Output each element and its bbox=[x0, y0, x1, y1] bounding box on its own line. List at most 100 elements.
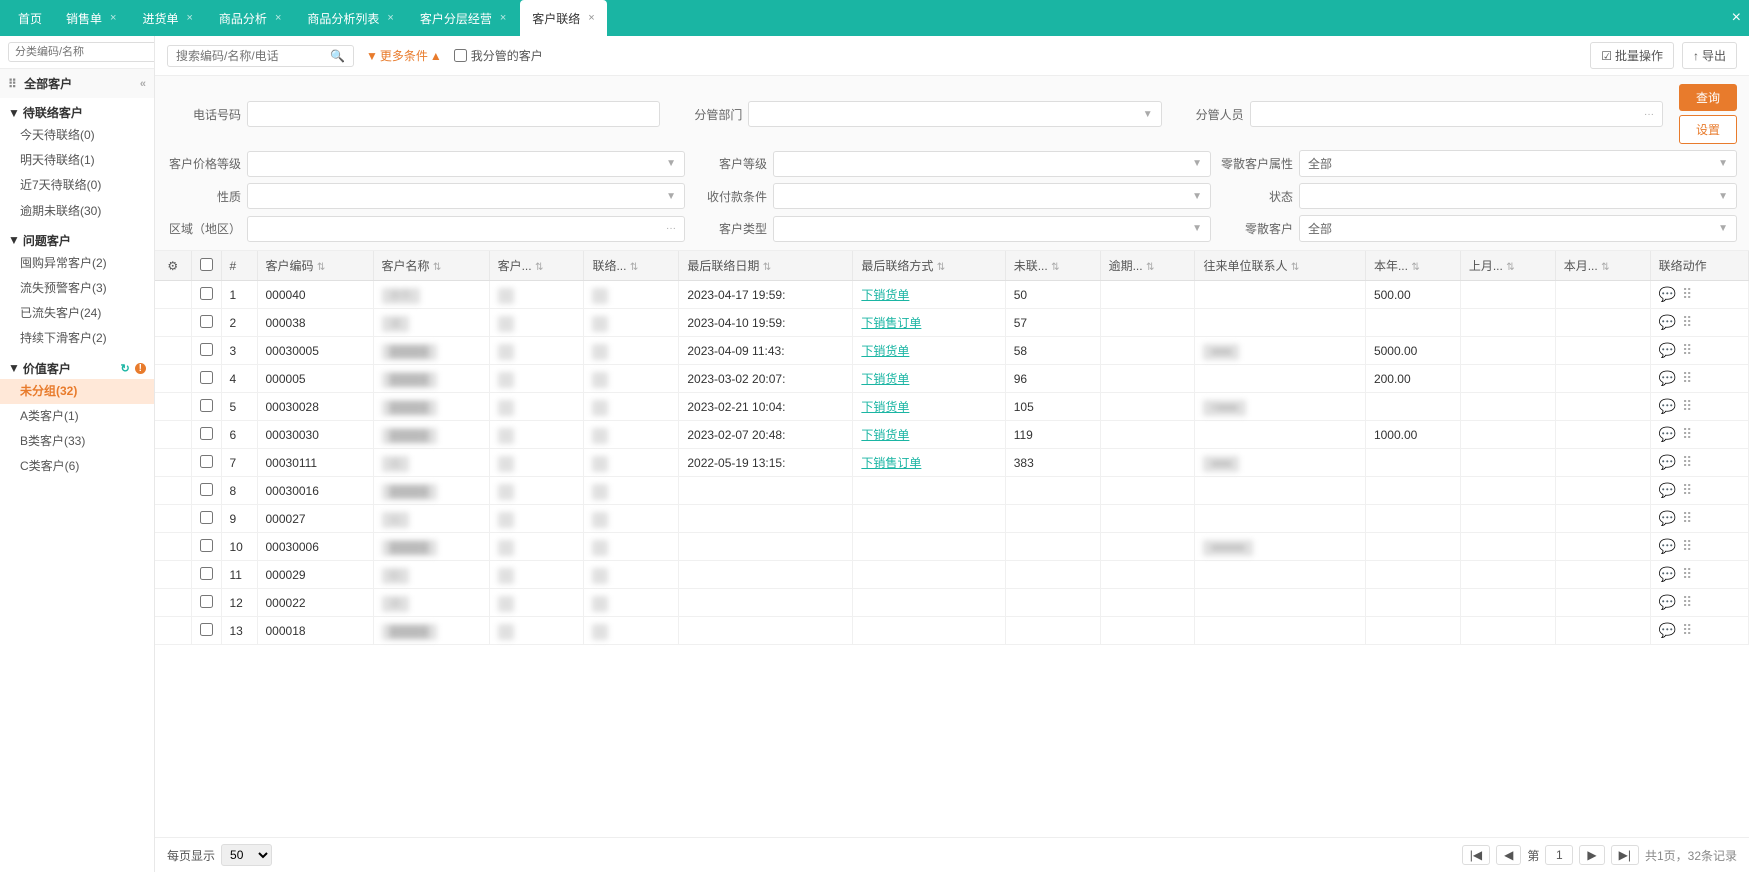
filter-status-select[interactable]: ▼ bbox=[1299, 183, 1737, 209]
more-icon-12[interactable]: ⠿ bbox=[1682, 622, 1692, 639]
row-checkbox-10[interactable] bbox=[200, 567, 213, 580]
chat-icon-7[interactable]: 💬 bbox=[1659, 482, 1676, 499]
close-customer-segmentation[interactable]: × bbox=[500, 12, 506, 24]
row-checkbox-8[interactable] bbox=[200, 511, 213, 524]
chat-icon-5[interactable]: 💬 bbox=[1659, 426, 1676, 443]
sidebar-item-declining[interactable]: 持续下滑客户(2) bbox=[0, 326, 154, 351]
col-lastdate-header[interactable]: 最后联络日期 ⇅ bbox=[679, 251, 853, 281]
row-checkbox-5[interactable] bbox=[200, 427, 213, 440]
tab-purchase-order[interactable]: 进货单 × bbox=[130, 0, 204, 36]
home-tab[interactable]: 首页 bbox=[8, 6, 52, 31]
sidebar-group-pending-header[interactable]: ▼ 待联络客户 bbox=[0, 100, 154, 123]
tab-customer-segmentation[interactable]: 客户分层经营 × bbox=[408, 0, 518, 36]
more-icon-5[interactable]: ⠿ bbox=[1682, 426, 1692, 443]
my-customers-filter[interactable]: 我分管的客户 bbox=[454, 47, 543, 64]
row-checkbox-7[interactable] bbox=[200, 483, 213, 496]
col-notcontacted-header[interactable]: 未联... ⇅ bbox=[1005, 251, 1100, 281]
row-checkbox-4[interactable] bbox=[200, 399, 213, 412]
filter-phone-input[interactable] bbox=[247, 101, 660, 127]
close-sales-order[interactable]: × bbox=[110, 12, 116, 24]
export-button[interactable]: ↑ 导出 bbox=[1682, 42, 1737, 69]
sidebar-item-7day-pending[interactable]: 近7天待联络(0) bbox=[0, 173, 154, 198]
settings-icon[interactable]: ⚙ bbox=[167, 259, 178, 273]
col-name-header[interactable]: 客户名称 ⇅ bbox=[373, 251, 489, 281]
sidebar-item-b-class[interactable]: B类客户(33) bbox=[0, 429, 154, 454]
sidebar-item-a-class[interactable]: A类客户(1) bbox=[0, 404, 154, 429]
sidebar-collapse-icon[interactable]: « bbox=[140, 78, 146, 90]
row-checkbox-3[interactable] bbox=[200, 371, 213, 384]
col-lastmonth-header[interactable]: 上月... ⇅ bbox=[1460, 251, 1555, 281]
close-all-tabs[interactable]: × bbox=[1732, 9, 1741, 27]
chat-icon-3[interactable]: 💬 bbox=[1659, 370, 1676, 387]
chat-icon-8[interactable]: 💬 bbox=[1659, 510, 1676, 527]
sidebar-all-customers[interactable]: ⠿ 全部客户 « bbox=[0, 69, 154, 98]
close-product-analysis-list[interactable]: × bbox=[387, 12, 393, 24]
tab-sales-order[interactable]: 销售单 × bbox=[54, 0, 128, 36]
filter-nature-select[interactable]: ▼ bbox=[247, 183, 685, 209]
per-page-select[interactable]: 50 20 100 bbox=[221, 844, 272, 866]
sidebar-item-churned[interactable]: 已流失客户(24) bbox=[0, 301, 154, 326]
search-input[interactable] bbox=[176, 49, 326, 63]
sidebar-item-overdue-pending[interactable]: 逾期未联络(30) bbox=[0, 199, 154, 224]
chat-icon-4[interactable]: 💬 bbox=[1659, 398, 1676, 415]
row-checkbox-0[interactable] bbox=[200, 287, 213, 300]
filter-customer-type-select[interactable]: ▼ bbox=[773, 216, 1211, 242]
col-unitcontact-header[interactable]: 往来单位联系人 ⇅ bbox=[1195, 251, 1365, 281]
col-type-header[interactable]: 客户... ⇅ bbox=[489, 251, 584, 281]
more-filters-btn[interactable]: ▼ 更多条件 ▲ bbox=[366, 47, 442, 64]
more-icon-1[interactable]: ⠿ bbox=[1682, 314, 1692, 331]
next-page-btn[interactable]: ▶ bbox=[1579, 845, 1604, 865]
col-lastmethod-header[interactable]: 最后联络方式 ⇅ bbox=[853, 251, 1005, 281]
more-icon-8[interactable]: ⠿ bbox=[1682, 510, 1692, 527]
my-customers-checkbox[interactable] bbox=[454, 49, 467, 62]
first-page-btn[interactable]: |◀ bbox=[1462, 845, 1490, 865]
sidebar-group-problem-header[interactable]: ▼ 问题客户 bbox=[0, 228, 154, 251]
chat-icon-12[interactable]: 💬 bbox=[1659, 622, 1676, 639]
more-icon-2[interactable]: ⠿ bbox=[1682, 342, 1692, 359]
col-contact-header[interactable]: 联络... ⇅ bbox=[584, 251, 679, 281]
sidebar-item-c-class[interactable]: C类客户(6) bbox=[0, 454, 154, 479]
tab-customer-contact[interactable]: 客户联络 × bbox=[520, 0, 606, 36]
more-icon-3[interactable]: ⠿ bbox=[1682, 370, 1692, 387]
filter-region-select[interactable]: ··· bbox=[247, 216, 685, 242]
close-customer-contact[interactable]: × bbox=[588, 12, 594, 24]
filter-customer-level-select[interactable]: ▼ bbox=[773, 151, 1211, 177]
filter-price-level-select[interactable]: ▼ bbox=[247, 151, 685, 177]
last-page-btn[interactable]: ▶| bbox=[1611, 845, 1639, 865]
chat-icon-0[interactable]: 💬 bbox=[1659, 286, 1676, 303]
chat-icon-2[interactable]: 💬 bbox=[1659, 342, 1676, 359]
sidebar-group-value-header[interactable]: ▼ 价值客户 ↻ ! bbox=[0, 356, 154, 379]
more-icon-4[interactable]: ⠿ bbox=[1682, 398, 1692, 415]
tab-product-analysis[interactable]: 商品分析 × bbox=[207, 0, 293, 36]
sidebar-item-abnormal[interactable]: 囤购异常客户(2) bbox=[0, 251, 154, 276]
refresh-icon[interactable]: ↻ bbox=[120, 362, 129, 375]
col-code-header[interactable]: 客户编码 ⇅ bbox=[257, 251, 373, 281]
batch-op-button[interactable]: ☑ 批量操作 bbox=[1590, 42, 1674, 69]
sidebar-item-churn-warning[interactable]: 流失预警客户(3) bbox=[0, 276, 154, 301]
more-icon-10[interactable]: ⠿ bbox=[1682, 566, 1692, 583]
col-thismonth-header[interactable]: 本月... ⇅ bbox=[1555, 251, 1650, 281]
col-settings-header[interactable]: ⚙ bbox=[155, 251, 191, 281]
sidebar-item-tomorrow-pending[interactable]: 明天待联络(1) bbox=[0, 148, 154, 173]
more-icon-0[interactable]: ⠿ bbox=[1682, 286, 1692, 303]
query-button[interactable]: 查询 bbox=[1679, 84, 1737, 111]
tab-product-analysis-list[interactable]: 商品分析列表 × bbox=[295, 0, 405, 36]
sidebar-item-today-pending[interactable]: 今天待联络(0) bbox=[0, 123, 154, 148]
chat-icon-10[interactable]: 💬 bbox=[1659, 566, 1676, 583]
chat-icon-1[interactable]: 💬 bbox=[1659, 314, 1676, 331]
close-purchase-order[interactable]: × bbox=[186, 12, 192, 24]
filter-dept-select[interactable]: ▼ bbox=[748, 101, 1161, 127]
filter-payment-select[interactable]: ▼ bbox=[773, 183, 1211, 209]
row-checkbox-9[interactable] bbox=[200, 539, 213, 552]
sidebar-search-input[interactable] bbox=[8, 42, 155, 62]
prev-page-btn[interactable]: ◀ bbox=[1496, 845, 1521, 865]
select-all-checkbox[interactable] bbox=[200, 258, 213, 271]
col-thisyear-header[interactable]: 本年... ⇅ bbox=[1365, 251, 1460, 281]
filter-retail-attr-select[interactable]: 全部 ▼ bbox=[1299, 150, 1737, 177]
more-icon-7[interactable]: ⠿ bbox=[1682, 482, 1692, 499]
more-icon-6[interactable]: ⠿ bbox=[1682, 454, 1692, 471]
row-checkbox-12[interactable] bbox=[200, 623, 213, 636]
reset-button[interactable]: 设置 bbox=[1679, 115, 1737, 144]
row-checkbox-2[interactable] bbox=[200, 343, 213, 356]
close-product-analysis[interactable]: × bbox=[275, 12, 281, 24]
